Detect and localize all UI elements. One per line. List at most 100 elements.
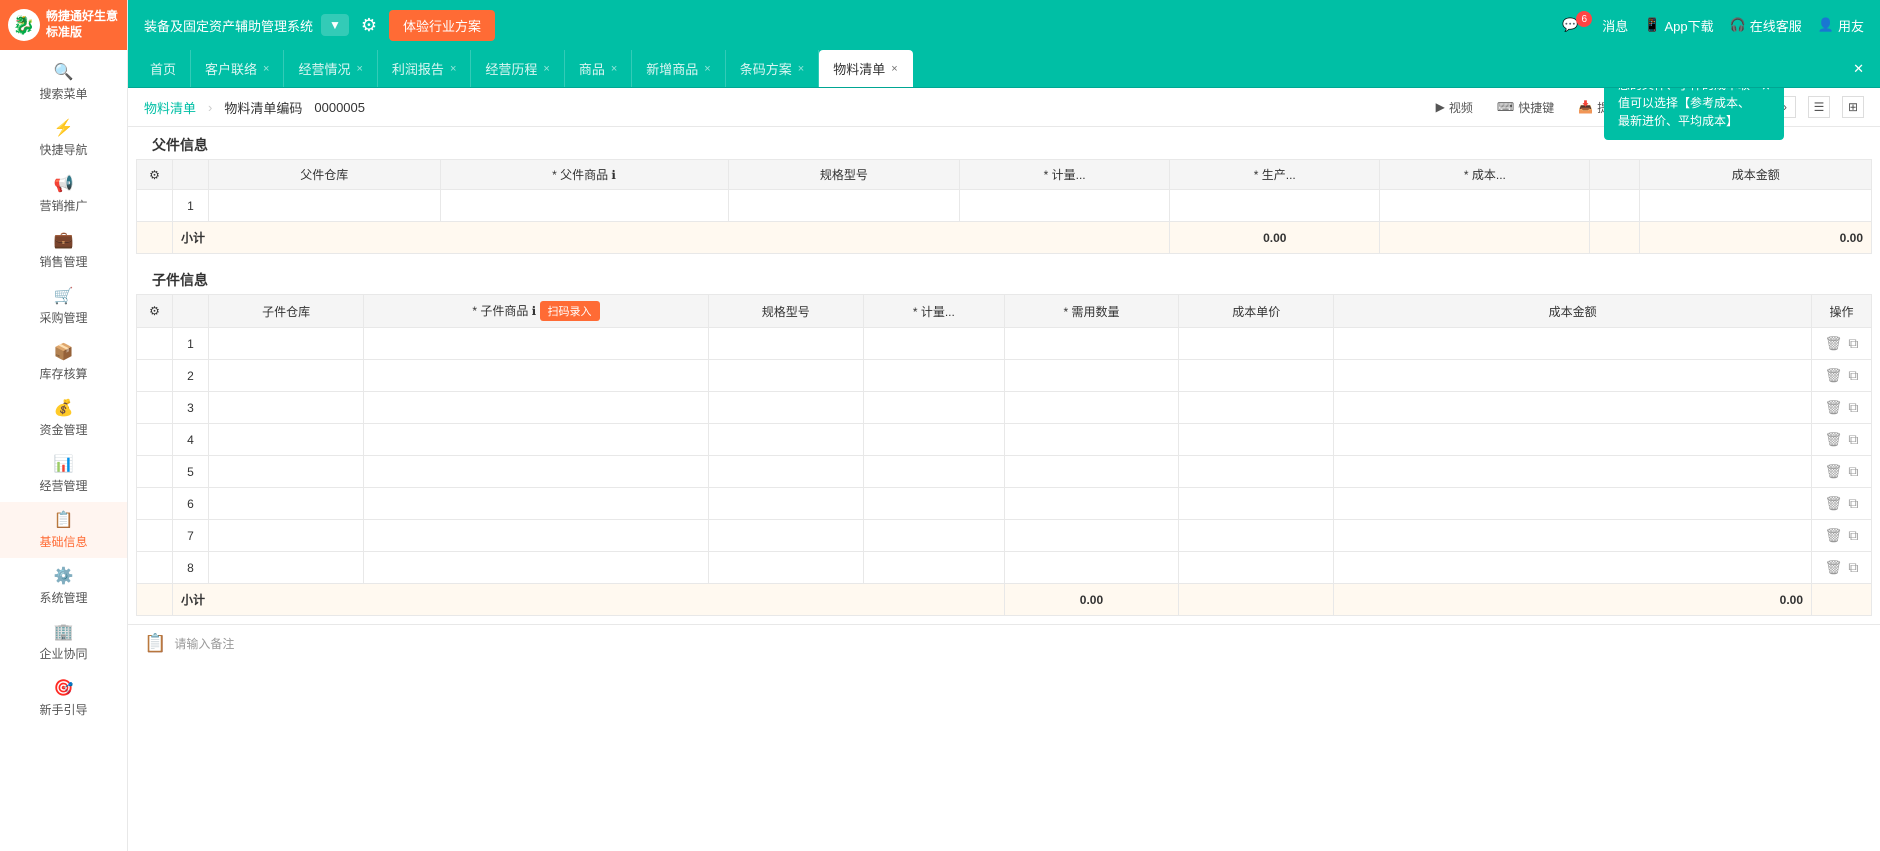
child-row1-product[interactable]: [364, 328, 708, 360]
child-row2-warehouse[interactable]: [209, 360, 364, 392]
tab-close-icon[interactable]: ×: [450, 63, 456, 75]
sidebar-item-marketing[interactable]: 📢 营销推广: [0, 166, 127, 222]
close-all-tabs-btn[interactable]: ✕: [1845, 61, 1872, 77]
child-row3-spec[interactable]: [708, 392, 863, 424]
child-row7-quantity[interactable]: [1004, 520, 1178, 552]
child-row4-warehouse[interactable]: [209, 424, 364, 456]
scan-input-btn[interactable]: 扫码录入: [540, 301, 600, 321]
delete-icon[interactable]: 🗑: [1825, 431, 1843, 448]
child-row1-warehouse[interactable]: [209, 328, 364, 360]
sidebar-item-system[interactable]: ⚙️ 系统管理: [0, 558, 127, 614]
child-row6-product[interactable]: [364, 488, 708, 520]
delete-icon[interactable]: 🗑: [1825, 367, 1843, 384]
sidebar-item-operations[interactable]: 📊 经营管理: [0, 446, 127, 502]
sidebar-item-quick-nav[interactable]: ⚡ 快捷导航: [0, 110, 127, 166]
parent-row1-spec[interactable]: [728, 190, 960, 222]
topbar-dropdown-btn[interactable]: ▼: [321, 14, 349, 36]
child-row1-unit-cost[interactable]: [1179, 328, 1334, 360]
message-action[interactable]: 💬 6 消息: [1562, 16, 1628, 35]
copy-icon[interactable]: ⧉: [1848, 431, 1858, 448]
child-row4-quantity[interactable]: [1004, 424, 1178, 456]
child-th-settings[interactable]: ⚙: [137, 295, 173, 328]
tab-barcode[interactable]: 条码方案 ×: [726, 50, 819, 88]
child-row5-quantity[interactable]: [1004, 456, 1178, 488]
parent-row1-cost[interactable]: [1380, 190, 1590, 222]
child-row3-product[interactable]: [364, 392, 708, 424]
child-row6-quantity[interactable]: [1004, 488, 1178, 520]
tooltip-close-btn[interactable]: ×: [1762, 88, 1770, 97]
sidebar-item-search[interactable]: 🔍 搜索菜单: [0, 54, 127, 110]
child-row7-warehouse[interactable]: [209, 520, 364, 552]
trial-button[interactable]: 体验行业方案: [389, 10, 495, 41]
sidebar-item-basic-info[interactable]: 📋 基础信息: [0, 502, 127, 558]
tab-operations[interactable]: 经营情况 ×: [284, 50, 377, 88]
child-row3-unit[interactable]: [863, 392, 1004, 424]
grid-view-btn[interactable]: ☰: [1808, 96, 1830, 118]
delete-icon[interactable]: 🗑: [1825, 527, 1843, 544]
tab-close-icon[interactable]: ×: [798, 63, 804, 75]
child-row1-spec[interactable]: [708, 328, 863, 360]
child-row3-warehouse[interactable]: [209, 392, 364, 424]
tab-close-icon[interactable]: ×: [891, 63, 897, 75]
tab-customers[interactable]: 客户联络 ×: [191, 50, 284, 88]
child-row1-quantity[interactable]: [1004, 328, 1178, 360]
tab-bom[interactable]: 物料清单 ×: [819, 50, 912, 88]
parent-th-settings[interactable]: ⚙: [137, 160, 173, 190]
delete-icon[interactable]: 🗑: [1825, 463, 1843, 480]
delete-icon[interactable]: 🗑: [1825, 559, 1843, 576]
child-row2-unit-cost[interactable]: [1179, 360, 1334, 392]
sidebar-item-purchase[interactable]: 🛒 采购管理: [0, 278, 127, 334]
tab-home[interactable]: 首页: [136, 50, 191, 88]
sidebar-item-finance[interactable]: 💰 资金管理: [0, 390, 127, 446]
child-row3-unit-cost[interactable]: [1179, 392, 1334, 424]
child-row6-spec[interactable]: [708, 488, 863, 520]
child-row7-product[interactable]: [364, 520, 708, 552]
child-row8-spec[interactable]: [708, 552, 863, 584]
child-row2-product[interactable]: [364, 360, 708, 392]
child-row5-unit-cost[interactable]: [1179, 456, 1334, 488]
user-action[interactable]: 👤 用友: [1818, 16, 1864, 35]
copy-icon[interactable]: ⧉: [1848, 399, 1858, 416]
copy-icon[interactable]: ⧉: [1848, 527, 1858, 544]
tab-close-icon[interactable]: ×: [611, 63, 617, 75]
child-row5-unit[interactable]: [863, 456, 1004, 488]
child-row4-unit[interactable]: [863, 424, 1004, 456]
sidebar-item-inventory[interactable]: 📦 库存核算: [0, 334, 127, 390]
child-row8-product[interactable]: [364, 552, 708, 584]
copy-icon[interactable]: ⧉: [1848, 495, 1858, 512]
copy-icon[interactable]: ⧉: [1848, 559, 1858, 576]
service-action[interactable]: 🎧 在线客服: [1730, 16, 1802, 35]
child-row1-unit[interactable]: [863, 328, 1004, 360]
breadcrumb-parent[interactable]: 物料清单: [144, 98, 196, 117]
parent-row1-product[interactable]: [440, 190, 728, 222]
sidebar-item-sales[interactable]: 💼 销售管理: [0, 222, 127, 278]
child-row8-quantity[interactable]: [1004, 552, 1178, 584]
copy-icon[interactable]: ⧉: [1848, 463, 1858, 480]
child-row7-unit-cost[interactable]: [1179, 520, 1334, 552]
child-row4-unit-cost[interactable]: [1179, 424, 1334, 456]
delete-icon[interactable]: 🗑: [1825, 495, 1843, 512]
sidebar-item-guide[interactable]: 🎯 新手引导: [0, 670, 127, 726]
delete-icon[interactable]: 🗑: [1825, 335, 1843, 352]
child-row2-spec[interactable]: [708, 360, 863, 392]
child-row8-unit-cost[interactable]: [1179, 552, 1334, 584]
shortcut-btn[interactable]: ⌨ 快捷键: [1491, 97, 1560, 118]
note-placeholder[interactable]: 请输入备注: [174, 635, 234, 652]
child-row7-spec[interactable]: [708, 520, 863, 552]
child-row2-unit[interactable]: [863, 360, 1004, 392]
child-row3-quantity[interactable]: [1004, 392, 1178, 424]
tab-profit[interactable]: 利润报告 ×: [378, 50, 471, 88]
expand-btn[interactable]: ⊞: [1842, 96, 1864, 118]
tab-close-icon[interactable]: ×: [356, 63, 362, 75]
sidebar-item-enterprise[interactable]: 🏢 企业协同: [0, 614, 127, 670]
child-row6-warehouse[interactable]: [209, 488, 364, 520]
tab-close-icon[interactable]: ×: [543, 63, 549, 75]
child-row4-product[interactable]: [364, 424, 708, 456]
tab-products[interactable]: 商品 ×: [565, 50, 632, 88]
child-row4-spec[interactable]: [708, 424, 863, 456]
child-row5-warehouse[interactable]: [209, 456, 364, 488]
child-row5-product[interactable]: [364, 456, 708, 488]
parent-row1-warehouse[interactable]: [209, 190, 441, 222]
child-row8-warehouse[interactable]: [209, 552, 364, 584]
tab-close-icon[interactable]: ×: [704, 63, 710, 75]
